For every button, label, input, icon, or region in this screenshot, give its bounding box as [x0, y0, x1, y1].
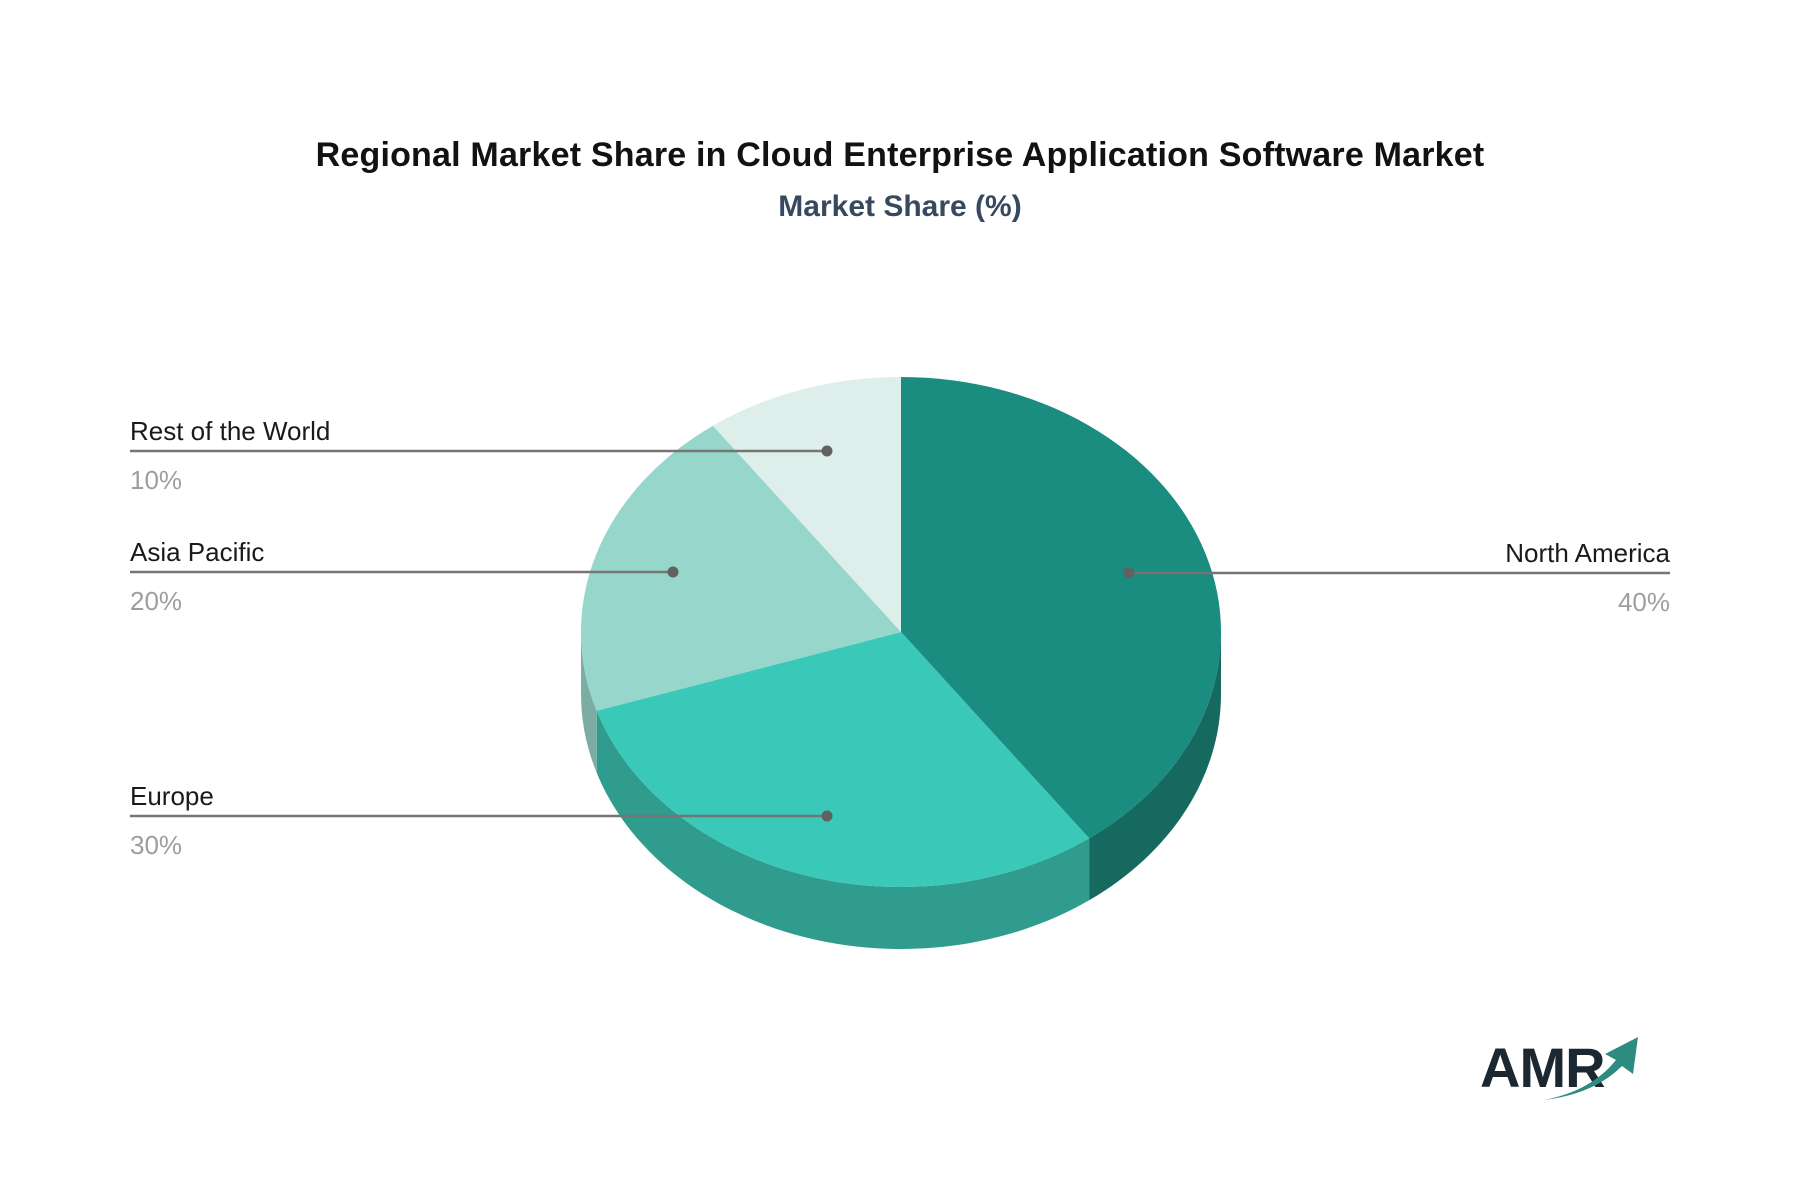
callout-rest-of-the-world: Rest of the World 10%	[130, 417, 330, 494]
callout-europe: Europe 30%	[130, 782, 214, 859]
callout-north-america: North America 40%	[1505, 539, 1670, 616]
slice-value-rest-of-the-world: 10%	[130, 465, 183, 495]
slice-label-rest-of-the-world: Rest of the World	[130, 416, 331, 446]
leader-dot-asia-pacific	[667, 566, 679, 578]
leader-dot-rest-of-the-world	[821, 445, 833, 457]
amr-logo-arrow-icon	[1544, 1037, 1638, 1100]
slice-value-north-america: 40%	[1617, 587, 1670, 617]
leader-dot-north-america	[1123, 567, 1135, 579]
slice-label-asia-pacific: Asia Pacific	[130, 537, 265, 567]
slice-label-north-america: North America	[1505, 538, 1670, 568]
callout-asia-pacific: Asia Pacific 20%	[130, 538, 264, 615]
leader-dot-europe	[821, 810, 833, 822]
slice-value-europe: 30%	[130, 830, 183, 860]
amr-logo: AMR	[1480, 1037, 1660, 1120]
slice-label-europe: Europe	[130, 781, 214, 811]
slice-value-asia-pacific: 20%	[130, 586, 183, 616]
